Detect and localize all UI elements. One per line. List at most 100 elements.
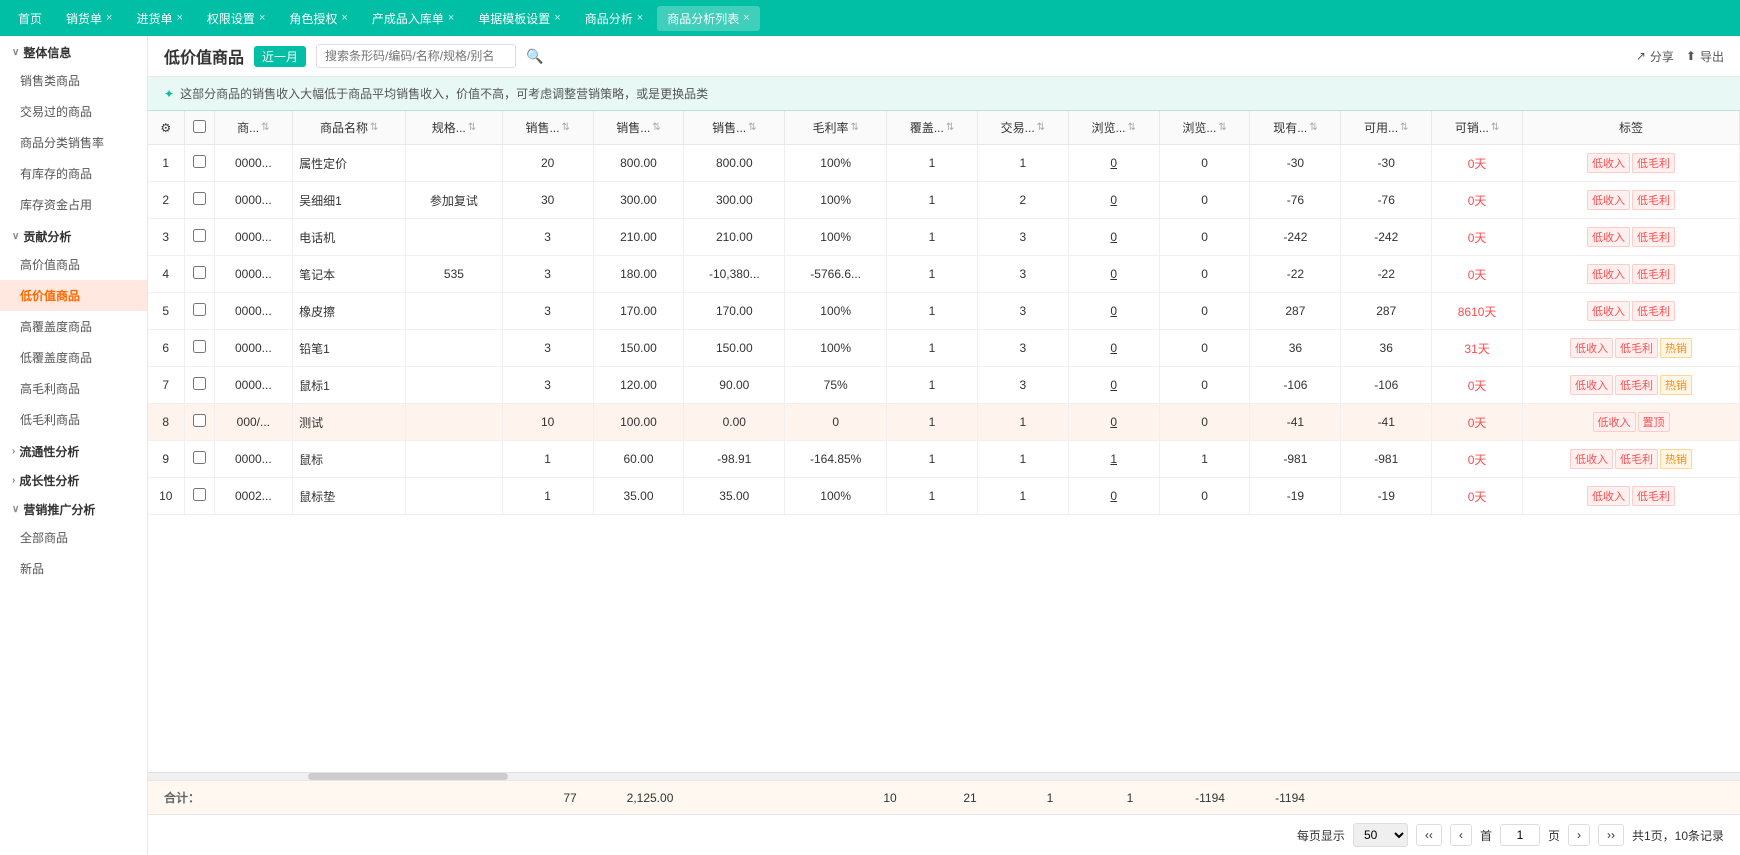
row-checkbox-cell[interactable] (184, 330, 214, 367)
row-checkbox-cell[interactable] (184, 219, 214, 256)
row-checkbox[interactable] (193, 229, 206, 242)
export-button[interactable]: ⬆ 导出 (1686, 48, 1724, 65)
nav-permission-settings[interactable]: 权限设置 × (197, 6, 275, 31)
browse-count1[interactable]: 0 (1068, 182, 1159, 219)
sidebar-item-high-margin[interactable]: 高毛利商品 (0, 373, 147, 404)
sidebar-item-stock-capital[interactable]: 库存资金占用 (0, 189, 147, 220)
sidebar-item-new-products[interactable]: 新品 (0, 553, 147, 584)
row-checkbox[interactable] (193, 192, 206, 205)
col-trade[interactable]: 交易... ⇅ (977, 111, 1068, 145)
page-number-input[interactable] (1500, 824, 1540, 846)
sort-spec-icon[interactable]: ⇅ (468, 122, 476, 133)
sort-margin-icon[interactable]: ⇅ (850, 122, 858, 133)
row-checkbox[interactable] (193, 340, 206, 353)
close-product-warehouse[interactable]: × (448, 12, 454, 24)
collapse-liquidity-icon[interactable]: › (12, 446, 15, 457)
col-name[interactable]: 商品名称 ⇅ (293, 111, 406, 145)
col-sales2[interactable]: 销售... ⇅ (593, 111, 684, 145)
col-code[interactable]: 商... ⇅ (214, 111, 293, 145)
product-name[interactable]: 笔记本 (293, 256, 406, 293)
browse-count1[interactable]: 0 (1068, 478, 1159, 515)
nav-purchase-order[interactable]: 进货单 × (126, 6, 192, 31)
row-checkbox[interactable] (193, 414, 206, 427)
collapse-contribution-icon[interactable]: ∨ (12, 231, 19, 242)
collapse-overall-icon[interactable]: ∨ (12, 47, 19, 58)
settings-icon[interactable]: ⚙ (160, 121, 171, 135)
browse1-link[interactable]: 0 (1110, 378, 1117, 392)
browse1-link[interactable]: 0 (1110, 341, 1117, 355)
col-sales1[interactable]: 销售... ⇅ (502, 111, 593, 145)
collapse-growth-icon[interactable]: › (12, 475, 15, 486)
browse-count1[interactable]: 1 (1068, 441, 1159, 478)
per-page-select[interactable]: 50 100 200 (1353, 823, 1408, 847)
product-name[interactable]: 铅笔1 (293, 330, 406, 367)
browse1-link[interactable]: 0 (1110, 193, 1117, 207)
sidebar-item-low-margin[interactable]: 低毛利商品 (0, 404, 147, 435)
sort-s3-icon[interactable]: ⇅ (748, 122, 756, 133)
browse1-link[interactable]: 1 (1110, 452, 1117, 466)
browse-count1[interactable]: 0 (1068, 367, 1159, 404)
browse1-link[interactable]: 0 (1110, 304, 1117, 318)
nav-home[interactable]: 首页 (8, 6, 52, 31)
sidebar-item-all-products[interactable]: 全部商品 (0, 522, 147, 553)
product-name[interactable]: 属性定价 (293, 145, 406, 182)
row-checkbox-cell[interactable] (184, 367, 214, 404)
nav-template-settings[interactable]: 单据模板设置 × (468, 6, 570, 31)
nav-role-auth[interactable]: 角色授权 × (279, 6, 357, 31)
product-name[interactable]: 吴细细1 (293, 182, 406, 219)
product-name[interactable]: 测试 (293, 404, 406, 441)
share-button[interactable]: ↗ 分享 (1636, 48, 1674, 65)
row-checkbox[interactable] (193, 377, 206, 390)
sort-trade-icon[interactable]: ⇅ (1037, 122, 1045, 133)
sidebar-item-traded-products[interactable]: 交易过的商品 (0, 96, 147, 127)
col-settings[interactable]: ⚙ (148, 111, 184, 145)
browse-count1[interactable]: 0 (1068, 145, 1159, 182)
row-checkbox-cell[interactable] (184, 145, 214, 182)
sidebar-item-high-coverage[interactable]: 高覆盖度商品 (0, 311, 147, 342)
sidebar-item-low-coverage[interactable]: 低覆盖度商品 (0, 342, 147, 373)
row-checkbox[interactable] (193, 303, 206, 316)
browse1-link[interactable]: 0 (1110, 230, 1117, 244)
sort-st3-icon[interactable]: ⇅ (1491, 122, 1499, 133)
close-product-analysis-list[interactable]: × (743, 12, 749, 24)
col-margin[interactable]: 毛利率 ⇅ (785, 111, 887, 145)
col-browse2[interactable]: 浏览... ⇅ (1159, 111, 1250, 145)
sidebar-item-high-value[interactable]: 高价值商品 (0, 249, 147, 280)
next-page-button[interactable]: › (1568, 824, 1590, 846)
col-stock2[interactable]: 可用... ⇅ (1341, 111, 1432, 145)
browse1-link[interactable]: 0 (1110, 156, 1117, 170)
row-checkbox-cell[interactable] (184, 478, 214, 515)
last-page-button[interactable]: ›› (1598, 824, 1624, 846)
prev-page-button[interactable]: ‹ (1450, 824, 1472, 846)
nav-product-warehouse[interactable]: 产成品入库单 × (362, 6, 464, 31)
close-role-auth[interactable]: × (341, 12, 347, 24)
sidebar-item-category-sales-rate[interactable]: 商品分类销售率 (0, 127, 147, 158)
row-checkbox[interactable] (193, 488, 206, 501)
close-purchase-order[interactable]: × (176, 12, 182, 24)
sort-s2-icon[interactable]: ⇅ (652, 122, 660, 133)
close-product-analysis[interactable]: × (637, 12, 643, 24)
browse1-link[interactable]: 0 (1110, 489, 1117, 503)
sort-s1-icon[interactable]: ⇅ (561, 122, 569, 133)
product-name[interactable]: 电话机 (293, 219, 406, 256)
browse-count1[interactable]: 0 (1068, 293, 1159, 330)
row-checkbox-cell[interactable] (184, 293, 214, 330)
browse1-link[interactable]: 0 (1110, 415, 1117, 429)
sidebar-item-stocked-products[interactable]: 有库存的商品 (0, 158, 147, 189)
row-checkbox[interactable] (193, 266, 206, 279)
row-checkbox-cell[interactable] (184, 441, 214, 478)
sort-code-icon[interactable]: ⇅ (261, 122, 269, 133)
row-checkbox[interactable] (193, 451, 206, 464)
nav-product-analysis[interactable]: 商品分析 × (575, 6, 653, 31)
search-icon[interactable]: 🔍 (526, 48, 543, 65)
scroll-thumb[interactable] (308, 773, 508, 780)
product-name[interactable]: 鼠标垫 (293, 478, 406, 515)
browse-count1[interactable]: 0 (1068, 219, 1159, 256)
browse-count1[interactable]: 0 (1068, 256, 1159, 293)
col-sales3[interactable]: 销售... ⇅ (684, 111, 785, 145)
col-browse1[interactable]: 浏览... ⇅ (1068, 111, 1159, 145)
row-checkbox-cell[interactable] (184, 256, 214, 293)
col-stock1[interactable]: 现有... ⇅ (1250, 111, 1341, 145)
collapse-marketing-icon[interactable]: ∨ (12, 504, 19, 515)
sidebar-item-sales-products[interactable]: 销售类商品 (0, 65, 147, 96)
